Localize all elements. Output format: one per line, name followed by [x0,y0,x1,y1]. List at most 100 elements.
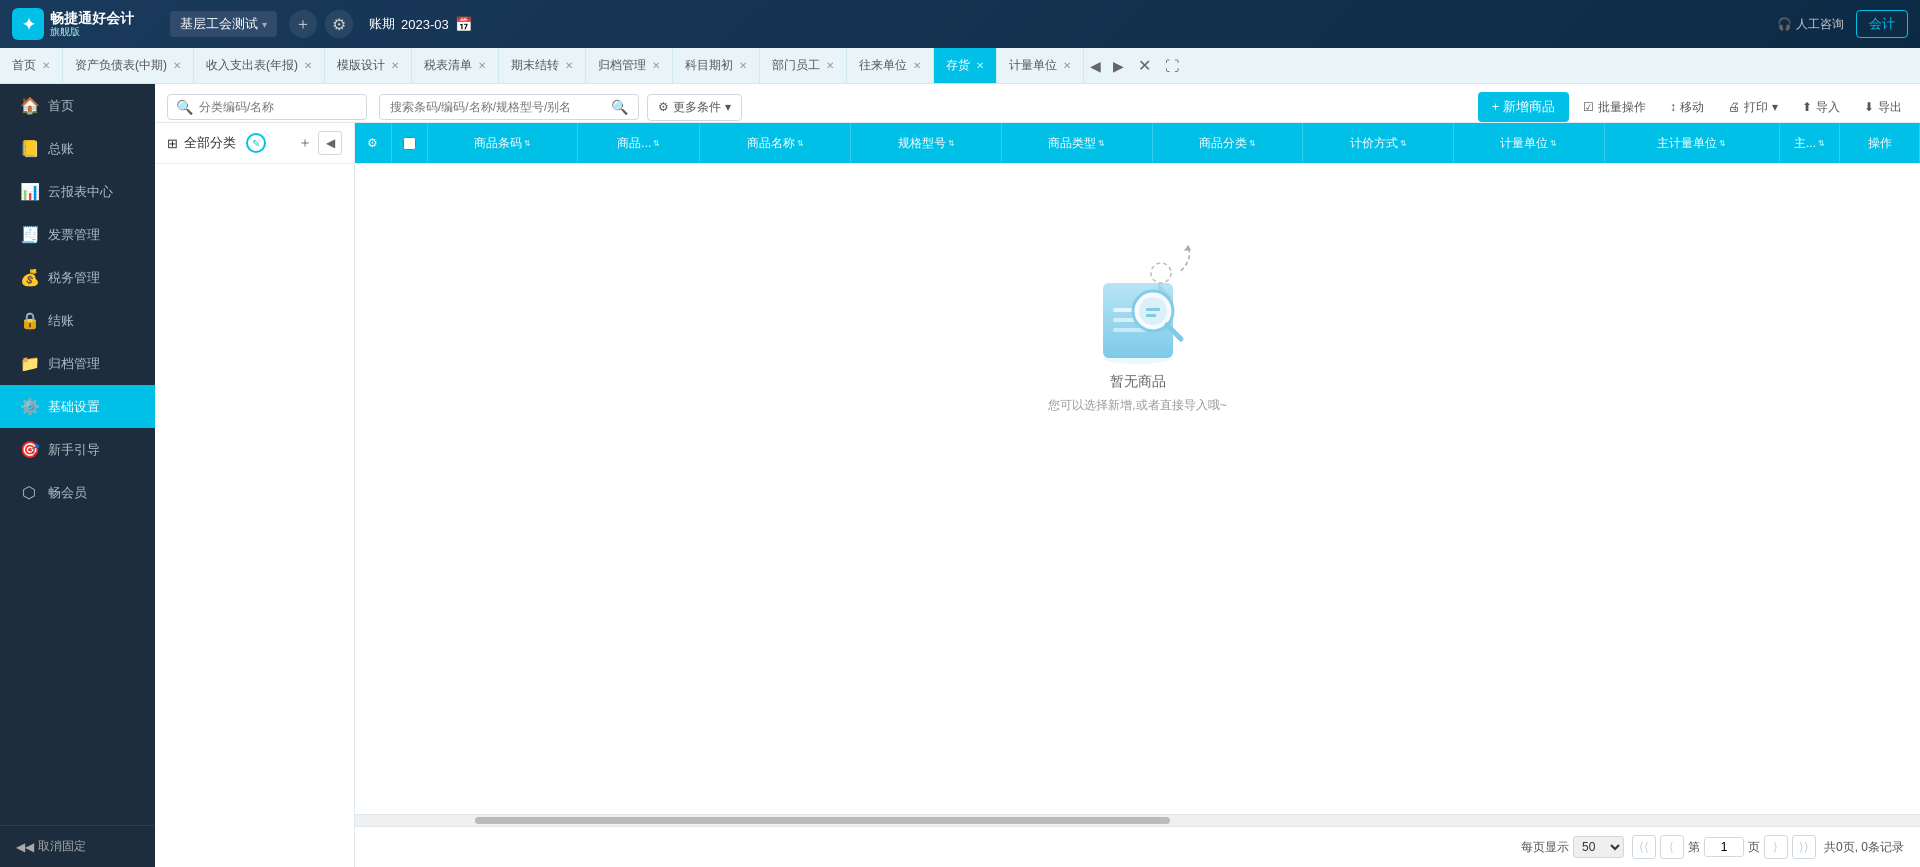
sort-category-icon[interactable]: ⇅ [1249,139,1256,148]
page-prev-button[interactable]: ⟨ [1660,835,1684,859]
tab-tax-close[interactable]: ✕ [478,60,486,71]
add-category-icon[interactable]: ＋ [298,134,312,152]
sort-unit-icon[interactable]: ⇅ [1550,139,1557,148]
scrollbar-thumb[interactable] [475,817,1170,824]
add-product-button[interactable]: + 新增商品 [1478,92,1569,122]
col-barcode: 商品条码 ⇅ [427,123,578,163]
company-name: 基层工会测试 [180,15,258,33]
sidebar-item-tax[interactable]: 💰 税务管理 [0,256,155,299]
tab-balance[interactable]: 资产负债表(中期) ✕ [63,48,194,84]
settings-icon: ⚙️ [20,397,38,416]
horizontal-scrollbar[interactable] [355,814,1920,826]
sidebar-item-guide[interactable]: 🎯 新手引导 [0,428,155,471]
page-number-input[interactable] [1704,837,1744,857]
tab-inventory[interactable]: 存货 ✕ [934,48,997,84]
col-barcode-label: 商品条码 [474,135,522,152]
tab-subject-close[interactable]: ✕ [739,60,747,71]
pin-label: 取消固定 [38,838,86,855]
add-tab-button[interactable]: ＋ [289,10,317,38]
col-main-unit-label: 主计量单位 [1657,135,1717,152]
import-button[interactable]: ⬆ 导入 [1796,95,1846,120]
tab-unit-close[interactable]: ✕ [1063,60,1071,71]
sidebar-item-archive[interactable]: 📁 归档管理 [0,342,155,385]
consult-button[interactable]: 🎧 人工咨询 [1777,16,1844,33]
sidebar-item-invoice[interactable]: 🧾 发票管理 [0,213,155,256]
sidebar-item-close-label: 结账 [48,312,74,330]
print-button[interactable]: 🖨 打印 ▾ [1722,95,1784,120]
tab-unit-label: 计量单位 [1009,57,1057,74]
page-first-button[interactable]: ⟨⟨ [1632,835,1656,859]
col-settings[interactable]: ⚙ [355,123,391,163]
pin-icon: ◀◀ [16,840,34,854]
tab-unit[interactable]: 计量单位 ✕ [997,48,1084,84]
products-table: ⚙ 商品条码 ⇅ [355,123,1920,163]
export-button[interactable]: ⬇ 导出 [1858,95,1908,120]
tab-dept[interactable]: 部门员工 ✕ [760,48,847,84]
tab-inventory-close[interactable]: ✕ [976,60,984,71]
tab-contact-close[interactable]: ✕ [913,60,921,71]
sidebar-item-reports[interactable]: 📊 云报表中心 [0,170,155,213]
tab-template[interactable]: 模版设计 ✕ [325,48,412,84]
tab-contact[interactable]: 往来单位 ✕ [847,48,934,84]
tab-close-all-button[interactable]: ✕ [1130,56,1159,75]
period-label: 账期 [369,15,395,33]
tab-inventory-label: 存货 [946,57,970,74]
pin-toggle-button[interactable]: ◀◀ 取消固定 [0,825,155,867]
page-suffix: 页 [1748,839,1760,856]
select-all-checkbox[interactable] [403,137,416,150]
tab-income[interactable]: 收入支出表(年报) ✕ [194,48,325,84]
page-next-button[interactable]: ⟩ [1764,835,1788,859]
page-size-label: 每页显示 [1521,839,1569,856]
page-size-selector[interactable]: 每页显示 50 20 100 [1521,836,1624,858]
tab-expand-button[interactable]: ⛶ [1159,58,1185,74]
sort-code-icon[interactable]: ⇅ [653,139,660,148]
calendar-icon[interactable]: 📅 [455,16,472,32]
page-last-button[interactable]: ⟩⟩ [1792,835,1816,859]
batch-button[interactable]: ☑ 批量操作 [1577,95,1652,120]
sort-barcode-icon[interactable]: ⇅ [524,139,531,148]
move-button[interactable]: ↕ 移动 [1664,95,1710,120]
main-search-input[interactable] [390,100,605,114]
company-selector[interactable]: 基层工会测试 ▾ [170,11,277,37]
tab-archive-close[interactable]: ✕ [652,60,660,71]
account-button[interactable]: 会计 [1856,10,1908,38]
settings-button[interactable]: ⚙ [325,10,353,38]
sidebar-item-settings[interactable]: ⚙️ 基础设置 [0,385,155,428]
sidebar-item-ledger[interactable]: 📒 总账 [0,127,155,170]
category-search[interactable]: 🔍 [167,94,367,120]
col-category-label: 商品分类 [1199,135,1247,152]
tab-contact-label: 往来单位 [859,57,907,74]
tab-home-close[interactable]: ✕ [42,60,50,71]
tab-template-close[interactable]: ✕ [391,60,399,71]
tab-period-close[interactable]: ✕ [565,60,573,71]
tab-balance-close[interactable]: ✕ [173,60,181,71]
page-size-select[interactable]: 50 20 100 [1573,836,1624,858]
collapse-panel-button[interactable]: ◀ [318,131,342,155]
sort-extra-icon[interactable]: ⇅ [1818,139,1825,148]
tab-tax[interactable]: 税表清单 ✕ [412,48,499,84]
filter-button[interactable]: ⚙ 更多条件 ▾ [647,94,742,121]
tab-subject[interactable]: 科目期初 ✕ [673,48,760,84]
tab-dept-close[interactable]: ✕ [826,60,834,71]
sort-main-unit-icon[interactable]: ⇅ [1719,139,1726,148]
tab-archive[interactable]: 归档管理 ✕ [586,48,673,84]
main-search[interactable]: 🔍 [379,94,639,120]
tab-next-button[interactable]: ▶ [1107,58,1130,74]
sort-name-icon[interactable]: ⇅ [797,139,804,148]
action-buttons: ☑ 批量操作 ↕ 移动 🖨 打印 ▾ ⬆ 导入 [1577,95,1908,120]
edit-category-icon[interactable]: ✎ [246,133,266,153]
sort-price-icon[interactable]: ⇅ [1400,139,1407,148]
tab-prev-button[interactable]: ◀ [1084,58,1107,74]
tab-period[interactable]: 期末结转 ✕ [499,48,586,84]
tab-home[interactable]: 首页 ✕ [0,48,63,84]
col-checkbox[interactable] [391,123,427,163]
sort-type-icon[interactable]: ⇅ [1098,139,1105,148]
category-search-input[interactable] [199,100,358,114]
sort-spec-icon[interactable]: ⇅ [948,139,955,148]
table-container[interactable]: ⚙ 商品条码 ⇅ [355,123,1920,814]
tab-income-close[interactable]: ✕ [304,60,312,71]
sidebar-item-close[interactable]: 🔒 结账 [0,299,155,342]
sidebar-item-member[interactable]: ⬡ 畅会员 [0,471,155,514]
sidebar-item-home[interactable]: 🏠 首页 [0,84,155,127]
sidebar-item-member-label: 畅会员 [48,484,87,502]
